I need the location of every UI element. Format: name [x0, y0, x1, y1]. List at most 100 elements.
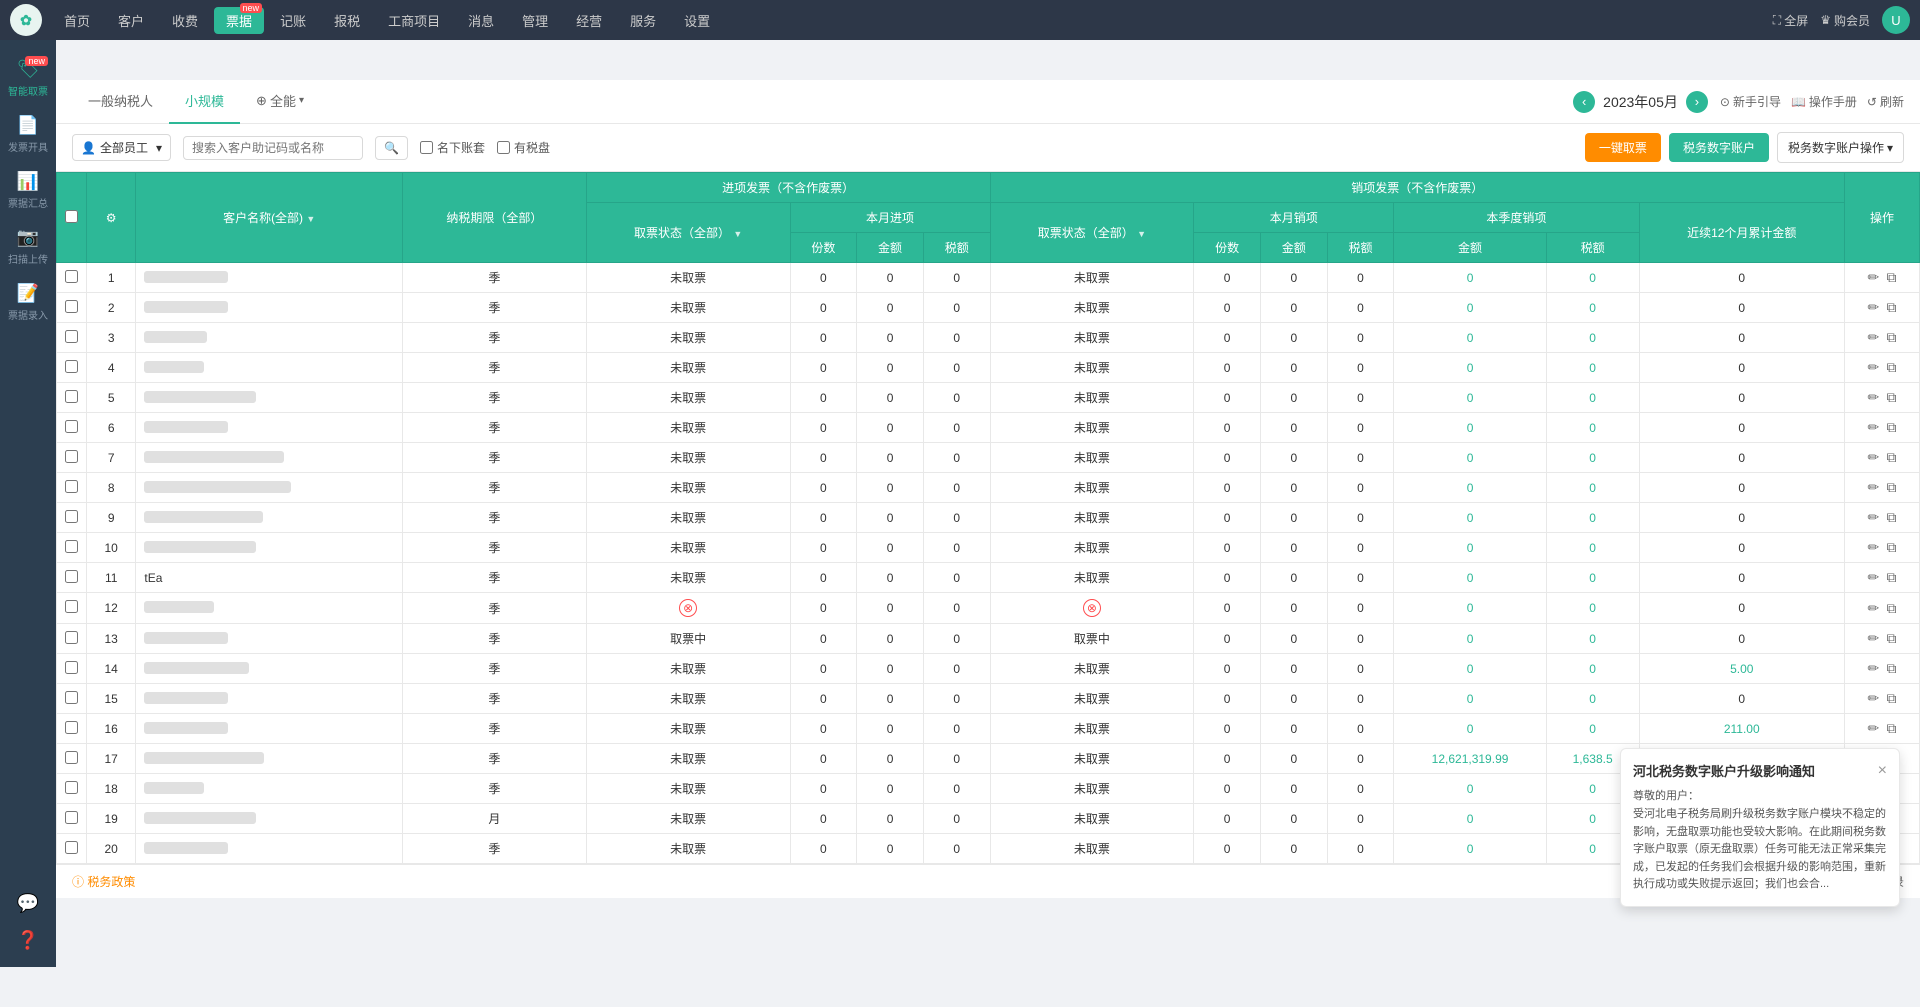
- copy-btn-11[interactable]: ⧉: [1887, 569, 1897, 585]
- copy-btn-13[interactable]: ⧉: [1887, 630, 1897, 646]
- nav-accounting[interactable]: 记账: [268, 7, 318, 34]
- copy-btn-2[interactable]: ⧉: [1887, 299, 1897, 315]
- row-checkbox-15[interactable]: [65, 691, 78, 704]
- edit-btn-15[interactable]: ✏: [1867, 690, 1879, 706]
- manual-btn[interactable]: 📖 操作手册: [1791, 93, 1857, 110]
- sidebar-item-ticket-summary[interactable]: 📊 票据汇总: [0, 162, 56, 218]
- row-checkbox-13[interactable]: [65, 631, 78, 644]
- edit-btn-13[interactable]: ✏: [1867, 630, 1879, 646]
- nav-home[interactable]: 首页: [52, 7, 102, 34]
- has-taxpad-checkbox-label[interactable]: 有税盘: [497, 139, 550, 156]
- select-all-checkbox[interactable]: [65, 210, 78, 223]
- period-next-btn[interactable]: ›: [1686, 91, 1708, 113]
- row-checkbox-19[interactable]: [65, 811, 78, 824]
- copy-btn-1[interactable]: ⧉: [1887, 269, 1897, 285]
- edit-btn-1[interactable]: ✏: [1867, 269, 1879, 285]
- copy-btn-3[interactable]: ⧉: [1887, 329, 1897, 345]
- copy-btn-9[interactable]: ⧉: [1887, 509, 1897, 525]
- row-checkbox-8[interactable]: [65, 480, 78, 493]
- edit-btn-8[interactable]: ✏: [1867, 479, 1879, 495]
- row-checkbox-11[interactable]: [65, 570, 78, 583]
- has-taxpad-checkbox[interactable]: [497, 141, 510, 154]
- edit-btn-12[interactable]: ✏: [1867, 600, 1879, 616]
- th-out-count: 份数: [1194, 233, 1261, 263]
- edit-btn-3[interactable]: ✏: [1867, 329, 1879, 345]
- row-checkbox-7[interactable]: [65, 450, 78, 463]
- fullscreen-btn[interactable]: ⛶ 全屏: [1773, 12, 1808, 29]
- sidebar-item-scan-upload[interactable]: 📷 扫描上传: [0, 218, 56, 274]
- copy-btn-16[interactable]: ⧉: [1887, 720, 1897, 736]
- edit-btn-10[interactable]: ✏: [1867, 539, 1879, 555]
- search-button[interactable]: 🔍: [375, 136, 408, 160]
- nav-services[interactable]: 服务: [618, 7, 668, 34]
- copy-btn-5[interactable]: ⧉: [1887, 389, 1897, 405]
- edit-btn-2[interactable]: ✏: [1867, 299, 1879, 315]
- row-quarter-tax: 0: [1546, 654, 1639, 684]
- sidebar-item-invoice-open[interactable]: 📄 发票开具: [0, 106, 56, 162]
- search-input[interactable]: [183, 136, 363, 160]
- row-checkbox-20[interactable]: [65, 841, 78, 854]
- row-checkbox-16[interactable]: [65, 721, 78, 734]
- edit-btn-7[interactable]: ✏: [1867, 449, 1879, 465]
- copy-btn-14[interactable]: ⧉: [1887, 660, 1897, 676]
- row-checkbox-6[interactable]: [65, 420, 78, 433]
- nav-tickets[interactable]: 票据 new: [214, 7, 264, 34]
- nav-settings[interactable]: 设置: [672, 7, 722, 34]
- row-checkbox-5[interactable]: [65, 390, 78, 403]
- user-avatar[interactable]: U: [1882, 6, 1910, 34]
- sidebar-chat-btn[interactable]: 💬: [11, 887, 45, 920]
- edit-btn-4[interactable]: ✏: [1867, 359, 1879, 375]
- copy-btn-6[interactable]: ⧉: [1887, 419, 1897, 435]
- sidebar-help-btn[interactable]: ❓: [11, 924, 45, 957]
- copy-btn-10[interactable]: ⧉: [1887, 539, 1897, 555]
- edit-btn-16[interactable]: ✏: [1867, 720, 1879, 736]
- row-checkbox-14[interactable]: [65, 661, 78, 674]
- sidebar-item-smart-ticket[interactable]: new 🏷 智能取票: [0, 50, 56, 106]
- edit-btn-14[interactable]: ✏: [1867, 660, 1879, 676]
- row-checkbox-9[interactable]: [65, 510, 78, 523]
- nav-management[interactable]: 管理: [510, 7, 560, 34]
- edit-btn-5[interactable]: ✏: [1867, 389, 1879, 405]
- one-click-btn[interactable]: 一键取票: [1585, 133, 1661, 162]
- nav-clients[interactable]: 客户: [106, 7, 156, 34]
- row-checkbox-17[interactable]: [65, 751, 78, 764]
- nav-fees[interactable]: 收费: [160, 7, 210, 34]
- my-accounts-checkbox-label[interactable]: 名下账套: [420, 139, 485, 156]
- sidebar-item-ticket-entry[interactable]: 📝 票据录入: [0, 274, 56, 330]
- row-out-count: 0: [1194, 263, 1261, 293]
- row-checkbox-12[interactable]: [65, 600, 78, 613]
- th-settings[interactable]: ⚙: [87, 173, 136, 263]
- row-quarter-tax: 0: [1546, 593, 1639, 624]
- tab-general-taxpayer[interactable]: 一般纳税人: [72, 80, 169, 124]
- notif-close-btn[interactable]: ×: [1878, 762, 1887, 780]
- row-checkbox-4[interactable]: [65, 360, 78, 373]
- employee-filter[interactable]: 👤 全部员工 ▾: [72, 134, 171, 161]
- tax-digital-btn[interactable]: 税务数字账户: [1669, 133, 1769, 162]
- tab-all[interactable]: ⊕全能 ▾: [240, 80, 320, 124]
- edit-btn-6[interactable]: ✏: [1867, 419, 1879, 435]
- new-guide-btn[interactable]: ⊙ 新手引导: [1720, 93, 1781, 110]
- nav-business[interactable]: 工商项目: [376, 7, 452, 34]
- row-checkbox-2[interactable]: [65, 300, 78, 313]
- copy-btn-15[interactable]: ⧉: [1887, 690, 1897, 706]
- row-checkbox-1[interactable]: [65, 270, 78, 283]
- refresh-btn[interactable]: ↺ 刷新: [1867, 93, 1904, 110]
- copy-btn-4[interactable]: ⧉: [1887, 359, 1897, 375]
- nav-tax[interactable]: 报税: [322, 7, 372, 34]
- period-prev-btn[interactable]: ‹: [1573, 91, 1595, 113]
- copy-btn-12[interactable]: ⧉: [1887, 600, 1897, 616]
- edit-btn-9[interactable]: ✏: [1867, 509, 1879, 525]
- tab-small-scale[interactable]: 小规模: [169, 80, 240, 124]
- nav-operation[interactable]: 经营: [564, 7, 614, 34]
- tax-policy-link[interactable]: ⓘ 税务政策: [72, 873, 135, 890]
- vip-btn[interactable]: ♛ 购会员: [1820, 12, 1870, 29]
- nav-messages[interactable]: 消息: [456, 7, 506, 34]
- row-checkbox-10[interactable]: [65, 540, 78, 553]
- copy-btn-7[interactable]: ⧉: [1887, 449, 1897, 465]
- row-checkbox-3[interactable]: [65, 330, 78, 343]
- my-accounts-checkbox[interactable]: [420, 141, 433, 154]
- copy-btn-8[interactable]: ⧉: [1887, 479, 1897, 495]
- row-checkbox-18[interactable]: [65, 781, 78, 794]
- tax-digital-op-btn[interactable]: 税务数字账户操作 ▾: [1777, 132, 1904, 163]
- edit-btn-11[interactable]: ✏: [1867, 569, 1879, 585]
